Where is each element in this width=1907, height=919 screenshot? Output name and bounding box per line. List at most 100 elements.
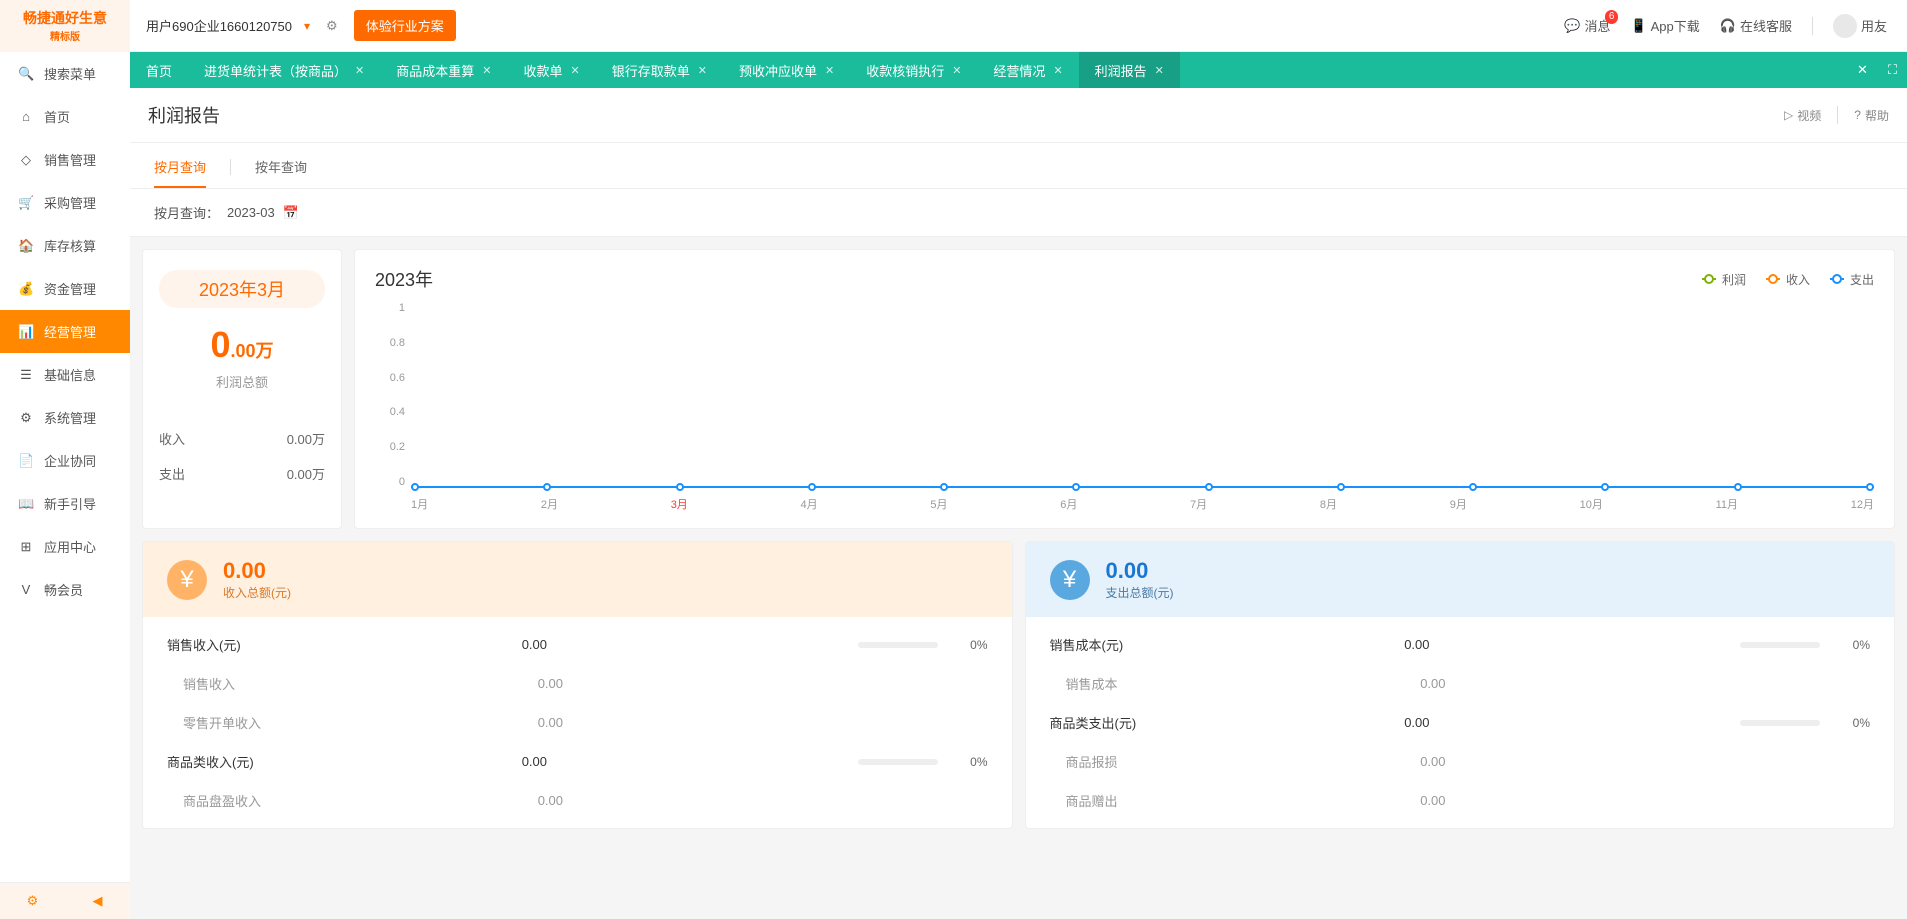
query-tab-month[interactable]: 按月查询 <box>154 157 206 188</box>
tab-label: 收款核销执行 <box>866 61 944 80</box>
fullscreen-icon[interactable]: ⛶ <box>1878 52 1907 88</box>
legend-item[interactable]: 收入 <box>1766 271 1810 288</box>
close-icon[interactable]: ✕ <box>571 64 580 77</box>
income-total-label: 收入总额(元) <box>223 584 291 601</box>
sidebar-icon: 🔍 <box>18 66 34 82</box>
chart-data-point[interactable] <box>1205 483 1213 491</box>
tab[interactable]: 收款单✕ <box>507 52 595 88</box>
sidebar-item[interactable]: ⚙系统管理 <box>0 396 130 439</box>
sidebar-item[interactable]: 📖新手引导 <box>0 482 130 525</box>
summary-row: 支出0.00万 <box>159 456 325 491</box>
close-icon[interactable]: ✕ <box>355 64 364 77</box>
gear-icon[interactable]: ⚙ <box>326 18 338 34</box>
messages-button[interactable]: 💬 消息 6 <box>1564 16 1610 35</box>
legend-marker <box>1830 278 1844 280</box>
sidebar-item[interactable]: 📊经营管理 <box>0 310 130 353</box>
y-tick: 0 <box>375 476 405 488</box>
tab[interactable]: 利润报告 ✕ <box>1079 52 1180 88</box>
collapse-icon[interactable]: ◀ <box>65 883 130 919</box>
tab[interactable]: 经营情况✕ <box>977 52 1078 88</box>
progress-bar <box>858 642 938 648</box>
legend-item[interactable]: 支出 <box>1830 271 1874 288</box>
tenant-select[interactable]: 用户690企业1660120750 ▾ <box>130 16 326 35</box>
detail-name: 零售开单收入 <box>183 713 463 732</box>
tab-label: 银行存取款单 <box>612 61 690 80</box>
chart-data-point[interactable] <box>1734 483 1742 491</box>
help-button[interactable]: ? 帮助 <box>1854 106 1889 124</box>
tab[interactable]: 进货单统计表（按商品）✕ <box>188 52 380 88</box>
legend-item[interactable]: 利润 <box>1702 271 1746 288</box>
chart-data-point[interactable] <box>940 483 948 491</box>
close-icon[interactable]: ✕ <box>825 64 834 77</box>
sidebar-item[interactable]: 🔍搜索菜单 <box>0 52 130 95</box>
sidebar-item[interactable]: 📄企业协同 <box>0 439 130 482</box>
settings-icon[interactable]: ⚙ <box>0 883 65 919</box>
sidebar-icon: ⚙ <box>18 410 34 426</box>
chart-plot[interactable]: 10.80.60.40.20 1月2月3月4月5月6月7月8月9月10月11月1… <box>375 302 1874 512</box>
close-icon[interactable]: ✕ <box>698 64 707 77</box>
user-menu[interactable]: 用友 <box>1833 14 1887 38</box>
summary-row-value: 0.00万 <box>287 429 325 448</box>
tab[interactable]: 首页 <box>130 52 188 88</box>
help-icon: ? <box>1854 108 1861 122</box>
summary-period: 2023年3月 <box>159 270 325 308</box>
online-service[interactable]: 🎧 在线客服 <box>1720 16 1792 35</box>
sidebar-item[interactable]: 💰资金管理 <box>0 267 130 310</box>
app-download[interactable]: 📱 App下载 <box>1630 16 1699 35</box>
close-icon[interactable]: ✕ <box>1053 64 1062 77</box>
detail-value: 0.00 <box>447 754 547 769</box>
video-button[interactable]: ▷ 视频 <box>1784 106 1821 124</box>
legend-marker <box>1702 278 1716 280</box>
chart-data-point[interactable] <box>676 483 684 491</box>
summary-total: 0.00万 <box>159 324 325 366</box>
detail-name: 销售成本 <box>1066 674 1346 693</box>
close-tab-icon[interactable]: ✕ <box>1847 52 1878 88</box>
chart-data-point[interactable] <box>1469 483 1477 491</box>
chart-data-point[interactable] <box>1601 483 1609 491</box>
y-tick: 0.8 <box>375 337 405 349</box>
sidebar: 🔍搜索菜单⌂首页◇销售管理🛒采购管理🏠库存核算💰资金管理📊经营管理☰基础信息⚙系… <box>0 52 130 919</box>
chart-data-point[interactable] <box>1337 483 1345 491</box>
y-tick: 0.6 <box>375 372 405 384</box>
tab-label: 利润报告 <box>1095 61 1147 80</box>
sidebar-item[interactable]: ⊞应用中心 <box>0 525 130 568</box>
sidebar-item-label: 采购管理 <box>44 193 96 212</box>
coins-minus-icon: ¥ <box>1050 560 1090 600</box>
calendar-icon[interactable]: 📅 <box>283 205 299 221</box>
sidebar-item[interactable]: 🏠库存核算 <box>0 224 130 267</box>
detail-name: 销售收入 <box>183 674 463 693</box>
query-tab-year[interactable]: 按年查询 <box>255 157 307 188</box>
chart-data-point[interactable] <box>1866 483 1874 491</box>
sidebar-icon: 🏠 <box>18 238 34 254</box>
tab[interactable]: 商品成本重算✕ <box>380 52 507 88</box>
tab[interactable]: 预收冲应收单✕ <box>723 52 850 88</box>
sidebar-item[interactable]: 🛒采购管理 <box>0 181 130 224</box>
help-label: 帮助 <box>1865 107 1889 124</box>
close-icon[interactable]: ✕ <box>952 64 961 77</box>
chart-data-point[interactable] <box>1072 483 1080 491</box>
query-tabs: 按月查询 按年查询 <box>130 143 1907 189</box>
tab[interactable]: 收款核销执行 ✕ <box>850 52 977 88</box>
logo-text: 畅捷通好生意 <box>23 8 107 28</box>
sidebar-item-label: 基础信息 <box>44 365 96 384</box>
chart-title: 2023年 <box>375 266 433 292</box>
divider <box>1837 106 1838 124</box>
sidebar-icon: ⊞ <box>18 539 34 555</box>
close-icon[interactable]: ✕ <box>482 64 491 77</box>
logo[interactable]: 畅捷通好生意 精标版 <box>0 0 130 52</box>
sidebar-icon: V <box>18 582 34 597</box>
summary-row-value: 0.00万 <box>287 464 325 483</box>
chart-data-point[interactable] <box>808 483 816 491</box>
sidebar-item[interactable]: V畅会员 <box>0 568 130 611</box>
sidebar-item[interactable]: ⌂首页 <box>0 95 130 138</box>
sidebar-item[interactable]: ☰基础信息 <box>0 353 130 396</box>
chart-data-point[interactable] <box>543 483 551 491</box>
detail-item: 销售成本0.00 <box>1050 664 1871 703</box>
chart-data-point[interactable] <box>411 483 419 491</box>
close-icon[interactable]: ✕ <box>1155 64 1164 77</box>
tab[interactable]: 银行存取款单 ✕ <box>596 52 723 88</box>
scheme-button[interactable]: 体验行业方案 <box>354 10 456 41</box>
detail-item: 销售收入0.00 <box>167 664 988 703</box>
sidebar-item[interactable]: ◇销售管理 <box>0 138 130 181</box>
detail-value: 0.00 <box>463 676 563 691</box>
